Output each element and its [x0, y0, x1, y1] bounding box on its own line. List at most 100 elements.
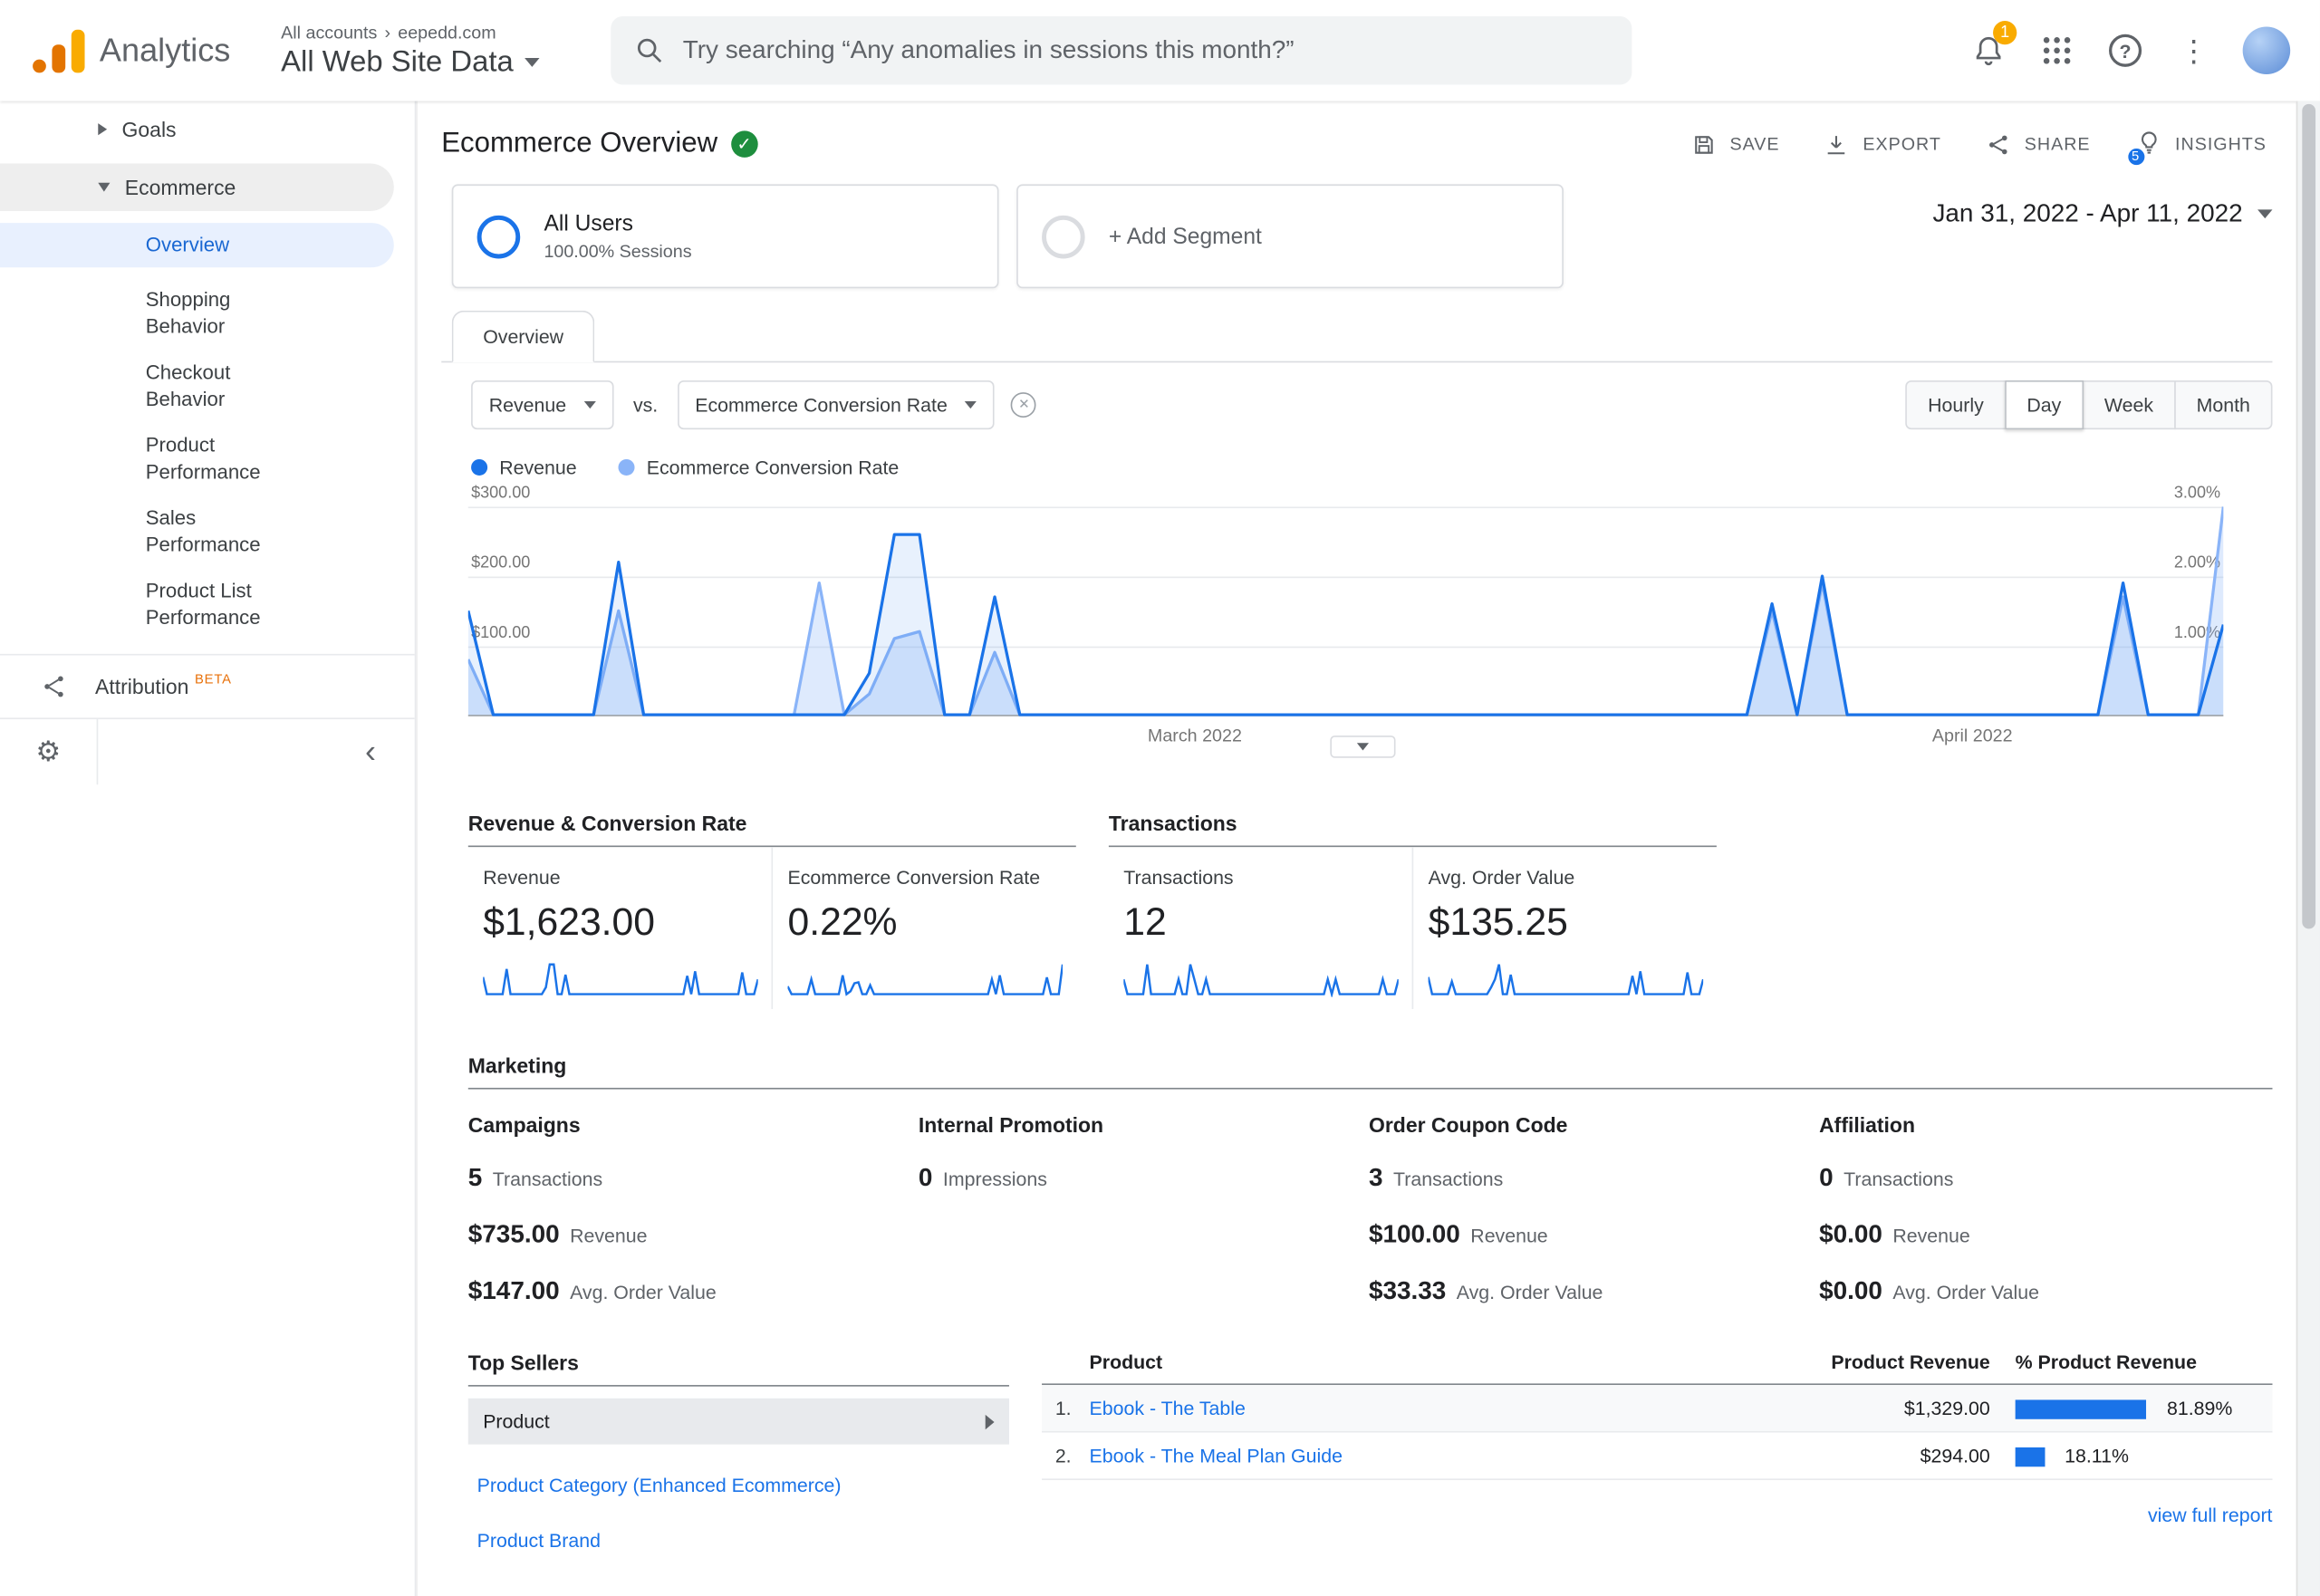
user-avatar[interactable] [2242, 26, 2291, 75]
column-header-percent-revenue[interactable]: % Product Revenue [1990, 1351, 2273, 1373]
breadcrumb-separator: › [384, 21, 391, 43]
sparkline-revenue [483, 963, 758, 995]
sidebar-item-label: Shopping Behavior [145, 288, 231, 338]
sidebar-item-overview[interactable]: Overview [0, 223, 394, 268]
sidebar-item-label: Overview [145, 233, 230, 256]
segment-all-users[interactable]: All Users 100.00% Sessions [451, 184, 999, 289]
notifications-button[interactable]: 1 [1969, 20, 2017, 70]
verified-check-icon: ✓ [730, 130, 758, 158]
scorecard-revenue[interactable]: Revenue $1,623.00 [468, 847, 772, 1009]
search-input[interactable] [682, 35, 1609, 66]
sidebar-item-product-performance[interactable]: Product Performance [0, 428, 415, 490]
scorecard-group-transactions: Transactions Transactions 12 Avg. Order … [1108, 812, 1717, 1009]
legend-revenue: Revenue [471, 457, 577, 478]
scorecard-conversion-rate[interactable]: Ecommerce Conversion Rate 0.22% [771, 847, 1074, 1009]
save-icon [1695, 135, 1713, 153]
primary-metric-select[interactable]: Revenue [471, 380, 614, 430]
x-axis-month-label: March 2022 [1147, 725, 1242, 746]
report-actions: SAVE EXPORT SHARE 5 INSIGHTS [1691, 129, 2267, 168]
marketing-campaigns: Campaigns 5 Transactions $735.00 Revenue $… [467, 1112, 717, 1305]
granularity-week[interactable]: Week [2082, 380, 2176, 430]
app-header: Analytics All accounts › eepedd.com All … [0, 0, 2320, 101]
google-apps-button[interactable] [2037, 31, 2076, 70]
sidebar-item-label: Checkout Behavior [145, 361, 231, 410]
granularity-month[interactable]: Month [2173, 380, 2273, 430]
export-button[interactable]: EXPORT [1824, 131, 1941, 157]
sparkline-avg-order-value [1428, 964, 1704, 995]
dimension-product-brand[interactable]: Product Brand [468, 1511, 1009, 1554]
column-header-product-revenue[interactable]: Product Revenue [1738, 1351, 1989, 1373]
save-button[interactable]: SAVE [1691, 131, 1780, 157]
chevron-down-icon [583, 400, 596, 409]
search-bar[interactable] [611, 16, 1633, 85]
scorecard-avg-order-value[interactable]: Avg. Order Value $135.25 [1411, 847, 1716, 1009]
product-link[interactable]: Ebook - The Table [1090, 1397, 1738, 1419]
scorecard-transactions[interactable]: Transactions 12 [1109, 847, 1412, 1009]
percent-bar [2015, 1447, 2045, 1467]
date-range-picker[interactable]: Jan 31, 2022 - Apr 11, 2022 [1932, 199, 2273, 229]
segment-title: All Users [544, 210, 633, 236]
x-axis-month-label: April 2022 [1931, 725, 2013, 746]
table-header-row: Product Product Revenue % Product Revenu… [1042, 1351, 2273, 1386]
scorecards-row: Revenue & Conversion Rate Revenue $1,623… [441, 812, 2272, 1009]
add-segment-circle-icon [1042, 215, 1085, 258]
more-vert-icon: ⋮ [2179, 34, 2209, 68]
granularity-day[interactable]: Day [2004, 380, 2084, 430]
view-full-report-link[interactable]: view full report [1042, 1504, 2273, 1526]
insights-button[interactable]: 5 INSIGHTS [2124, 129, 2267, 168]
breadcrumb-all-accounts[interactable]: All accounts [281, 22, 377, 43]
cell-product-revenue: $1,329.00 [1903, 1397, 1990, 1419]
chevron-down-icon [525, 57, 541, 67]
column-header-product[interactable]: Product [1042, 1351, 1738, 1373]
collapse-sidebar-button[interactable]: ‹ [365, 719, 376, 784]
chevron-down-icon [1357, 743, 1370, 751]
search-icon [638, 38, 662, 63]
dimension-product[interactable]: Product [467, 1398, 1009, 1445]
sidebar-ecommerce-label: Ecommerce [124, 175, 236, 199]
view-selector[interactable]: All Web Site Data [281, 45, 541, 80]
xaxis-expander-button[interactable] [1330, 736, 1397, 758]
sidebar-item-goals[interactable]: Goals [0, 107, 415, 151]
scrollbar-thumb[interactable] [2302, 103, 2316, 929]
sidebar-item-attribution[interactable]: Attribution BETA [0, 656, 415, 718]
share-icon [1989, 134, 2007, 154]
chart-plot-area[interactable]: $300.00 $200.00 $100.00 3.00% 2.00% 1.00… [467, 485, 2224, 716]
sidebar-goals-label: Goals [121, 117, 177, 141]
tab-overview[interactable]: Overview [451, 310, 595, 363]
help-button[interactable]: ? [2106, 31, 2145, 70]
granularity-hourly[interactable]: Hourly [1905, 380, 2007, 430]
analytics-logo-icon[interactable] [33, 28, 85, 73]
sidebar-item-label: Sales Performance [145, 506, 261, 556]
insights-count-badge: 5 [2124, 144, 2147, 168]
segment-circle-icon [477, 215, 521, 258]
sidebar-item-sales-performance[interactable]: Sales Performance [0, 501, 415, 563]
sparkline-transactions [1123, 964, 1399, 997]
sidebar-item-label: Product Performance [145, 434, 261, 484]
chevron-left-icon: ‹ [365, 732, 377, 770]
admin-button[interactable]: ⚙ [0, 719, 99, 785]
more-options-button[interactable]: ⋮ [2174, 31, 2213, 70]
dimension-product-category[interactable]: Product Category (Enhanced Ecommerce) [468, 1457, 1009, 1500]
share-button[interactable]: SHARE [1986, 131, 2090, 157]
segments-row: All Users 100.00% Sessions + Add Segment… [441, 184, 2273, 289]
help-icon: ? [2109, 34, 2142, 67]
secondary-metric-select[interactable]: Ecommerce Conversion Rate [677, 380, 996, 430]
notification-badge: 1 [1993, 20, 2017, 45]
breadcrumb-account[interactable]: eepedd.com [398, 22, 496, 43]
vertical-scrollbar[interactable] [2296, 101, 2320, 1596]
cell-percent: 81.89% [2167, 1397, 2233, 1419]
gear-icon: ⚙ [35, 736, 62, 768]
table-row: 2. Ebook - The Meal Plan Guide $294.00 1… [1042, 1433, 2273, 1481]
remove-comparison-button[interactable]: ✕ [1011, 392, 1037, 418]
add-segment-button[interactable]: + Add Segment [1016, 184, 1564, 289]
sidebar-item-product-list-performance[interactable]: Product List Performance [0, 573, 415, 636]
chevron-right-icon [98, 123, 108, 136]
sidebar-footer: ⚙ ‹ [0, 717, 415, 785]
sidebar-item-checkout-behavior[interactable]: Checkout Behavior [0, 355, 415, 418]
sidebar-item-shopping-behavior[interactable]: Shopping Behavior [0, 283, 415, 345]
report-nav-sidebar: Goals Ecommerce Overview Shopping Behavi… [0, 101, 417, 1596]
product-link[interactable]: Ebook - The Meal Plan Guide [1090, 1445, 1738, 1467]
apps-grid-icon [2043, 37, 2071, 64]
sidebar-item-ecommerce[interactable]: Ecommerce [0, 163, 394, 211]
row-rank: 1. [1054, 1397, 1072, 1419]
